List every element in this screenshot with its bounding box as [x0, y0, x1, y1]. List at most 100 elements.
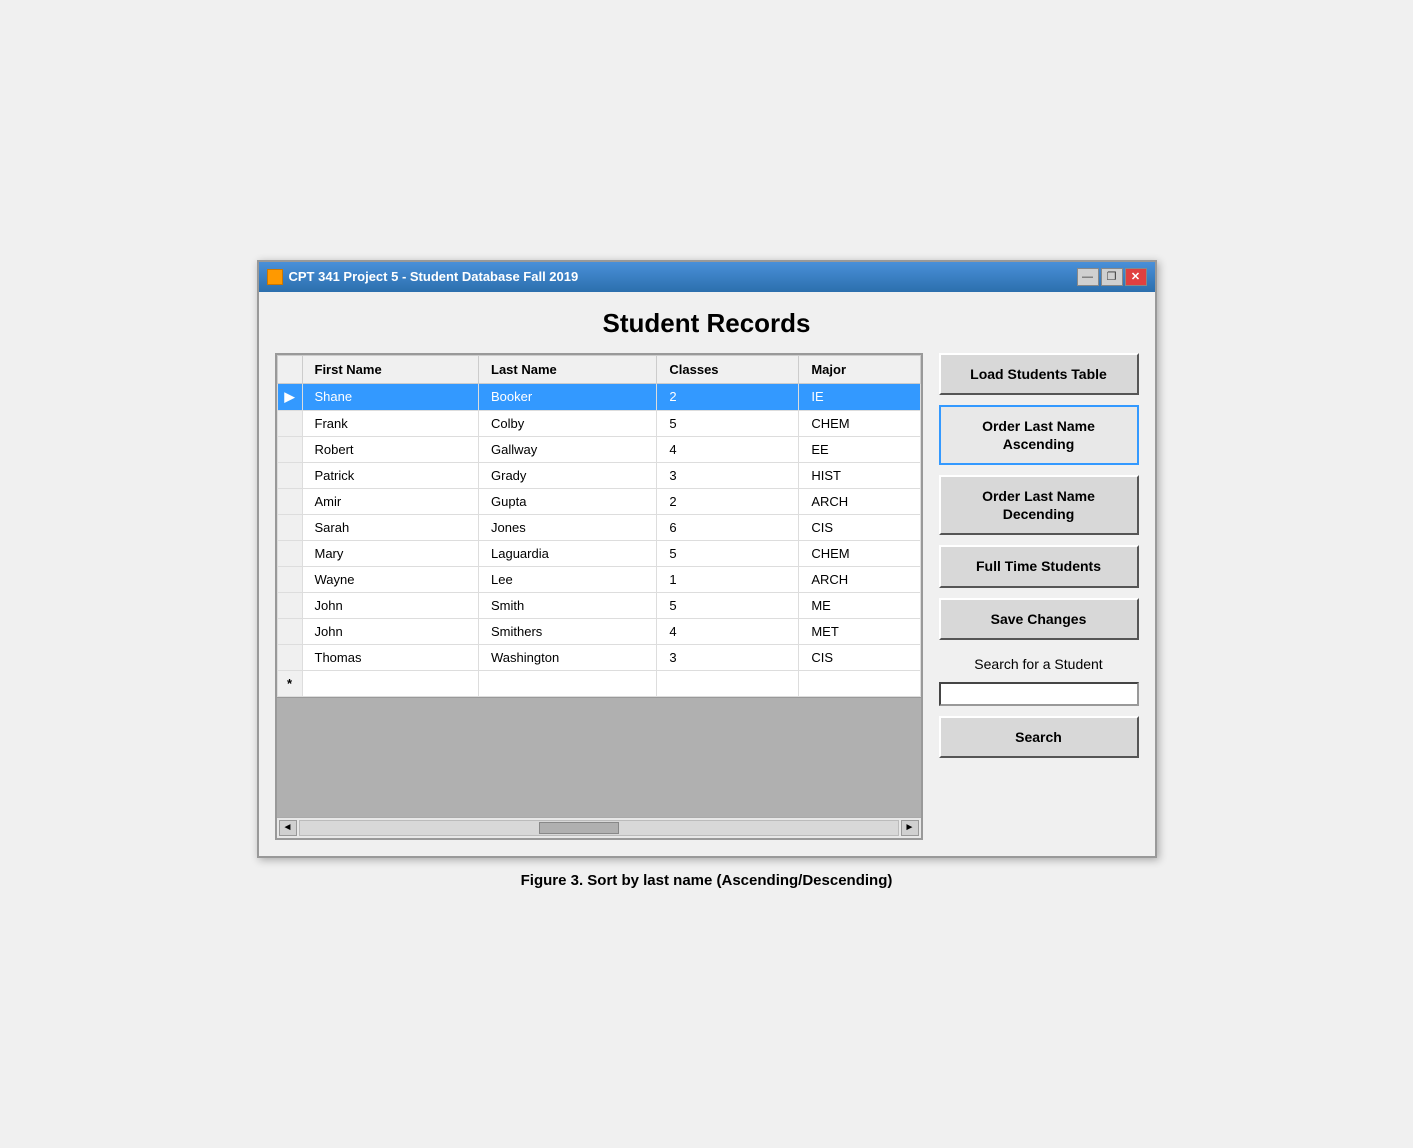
- row-selector: [277, 566, 302, 592]
- page-title: Student Records: [275, 308, 1139, 339]
- search-input[interactable]: [939, 682, 1139, 706]
- cell-classes: 5: [657, 410, 799, 436]
- load-students-button[interactable]: Load Students Table: [939, 353, 1139, 395]
- cell-major: ARCH: [799, 488, 920, 514]
- scroll-left-arrow[interactable]: ◄: [279, 820, 297, 836]
- save-changes-button[interactable]: Save Changes: [939, 598, 1139, 640]
- row-selector: [277, 592, 302, 618]
- cell-last: Gallway: [479, 436, 657, 462]
- cell-first: Mary: [302, 540, 479, 566]
- cell-last: Lee: [479, 566, 657, 592]
- search-label: Search for a Student: [939, 656, 1139, 672]
- cell-major: ARCH: [799, 566, 920, 592]
- table-row[interactable]: FrankColby5CHEM: [277, 410, 920, 436]
- col-firstname: First Name: [302, 355, 479, 383]
- row-selector: ▶: [277, 383, 302, 410]
- row-selector: [277, 514, 302, 540]
- cell-major: IE: [799, 383, 920, 410]
- table-row[interactable]: JohnSmithers4MET: [277, 618, 920, 644]
- cell-classes: 4: [657, 436, 799, 462]
- table-row[interactable]: AmirGupta2ARCH: [277, 488, 920, 514]
- main-window: CPT 341 Project 5 - Student Database Fal…: [257, 260, 1157, 858]
- cell-classes: 2: [657, 383, 799, 410]
- cell-last: Smithers: [479, 618, 657, 644]
- table-row[interactable]: WayneLee1ARCH: [277, 566, 920, 592]
- search-button[interactable]: Search: [939, 716, 1139, 758]
- title-bar: CPT 341 Project 5 - Student Database Fal…: [259, 262, 1155, 292]
- table-area: First Name Last Name Classes Major ▶Shan…: [275, 353, 923, 840]
- cell-major: CHEM: [799, 410, 920, 436]
- grey-area: [277, 697, 921, 817]
- table-row[interactable]: ThomasWashington3CIS: [277, 644, 920, 670]
- row-selector: [277, 462, 302, 488]
- cell-major: CHEM: [799, 540, 920, 566]
- cell-major: ME: [799, 592, 920, 618]
- cell-first: Thomas: [302, 644, 479, 670]
- col-selector: [277, 355, 302, 383]
- table-row[interactable]: PatrickGrady3HIST: [277, 462, 920, 488]
- row-selector: [277, 436, 302, 462]
- main-content: First Name Last Name Classes Major ▶Shan…: [275, 353, 1139, 840]
- cell-last: Booker: [479, 383, 657, 410]
- cell-major: MET: [799, 618, 920, 644]
- full-time-students-button[interactable]: Full Time Students: [939, 545, 1139, 587]
- new-row-cell: [479, 670, 657, 696]
- scroll-track[interactable]: [299, 820, 899, 836]
- cell-last: Grady: [479, 462, 657, 488]
- cell-first: Frank: [302, 410, 479, 436]
- cell-last: Laguardia: [479, 540, 657, 566]
- window-body: Student Records First Name Last Name Cla…: [259, 292, 1155, 856]
- row-selector: [277, 410, 302, 436]
- cell-first: John: [302, 592, 479, 618]
- table-row[interactable]: SarahJones6CIS: [277, 514, 920, 540]
- cell-classes: 5: [657, 592, 799, 618]
- scroll-right-arrow[interactable]: ►: [901, 820, 919, 836]
- window-title: CPT 341 Project 5 - Student Database Fal…: [289, 269, 579, 284]
- cell-first: Patrick: [302, 462, 479, 488]
- cell-first: Wayne: [302, 566, 479, 592]
- cell-classes: 6: [657, 514, 799, 540]
- horizontal-scrollbar[interactable]: ◄ ►: [277, 817, 921, 838]
- row-selector: [277, 540, 302, 566]
- table-row[interactable]: ▶ShaneBooker2IE: [277, 383, 920, 410]
- col-major: Major: [799, 355, 920, 383]
- col-lastname: Last Name: [479, 355, 657, 383]
- cell-first: Amir: [302, 488, 479, 514]
- cell-first: Sarah: [302, 514, 479, 540]
- new-row[interactable]: *: [277, 670, 920, 696]
- table-row[interactable]: RobertGallway4EE: [277, 436, 920, 462]
- row-selector: [277, 644, 302, 670]
- cell-last: Jones: [479, 514, 657, 540]
- cell-first: John: [302, 618, 479, 644]
- cell-classes: 4: [657, 618, 799, 644]
- cell-classes: 2: [657, 488, 799, 514]
- cell-classes: 3: [657, 644, 799, 670]
- minimize-button[interactable]: —: [1077, 268, 1099, 286]
- new-row-symbol: *: [277, 670, 302, 696]
- cell-classes: 3: [657, 462, 799, 488]
- cell-major: CIS: [799, 514, 920, 540]
- new-row-cell: [657, 670, 799, 696]
- scroll-thumb[interactable]: [539, 822, 619, 834]
- cell-last: Gupta: [479, 488, 657, 514]
- new-row-cell: [799, 670, 920, 696]
- table-header-row: First Name Last Name Classes Major: [277, 355, 920, 383]
- cell-first: Shane: [302, 383, 479, 410]
- order-desc-button[interactable]: Order Last Name Decending: [939, 475, 1139, 535]
- table-row[interactable]: JohnSmith5ME: [277, 592, 920, 618]
- student-table: First Name Last Name Classes Major ▶Shan…: [277, 355, 921, 697]
- title-bar-left: CPT 341 Project 5 - Student Database Fal…: [267, 269, 579, 285]
- close-button[interactable]: ✕: [1125, 268, 1147, 286]
- cell-major: EE: [799, 436, 920, 462]
- figure-caption: Figure 3. Sort by last name (Ascending/D…: [521, 872, 893, 889]
- cell-last: Colby: [479, 410, 657, 436]
- row-selector: [277, 618, 302, 644]
- row-selector: [277, 488, 302, 514]
- app-icon: [267, 269, 283, 285]
- restore-button[interactable]: ❐: [1101, 268, 1123, 286]
- table-row[interactable]: MaryLaguardia5CHEM: [277, 540, 920, 566]
- cell-major: CIS: [799, 644, 920, 670]
- order-asc-button[interactable]: Order Last Name Ascending: [939, 405, 1139, 465]
- cell-last: Washington: [479, 644, 657, 670]
- cell-classes: 1: [657, 566, 799, 592]
